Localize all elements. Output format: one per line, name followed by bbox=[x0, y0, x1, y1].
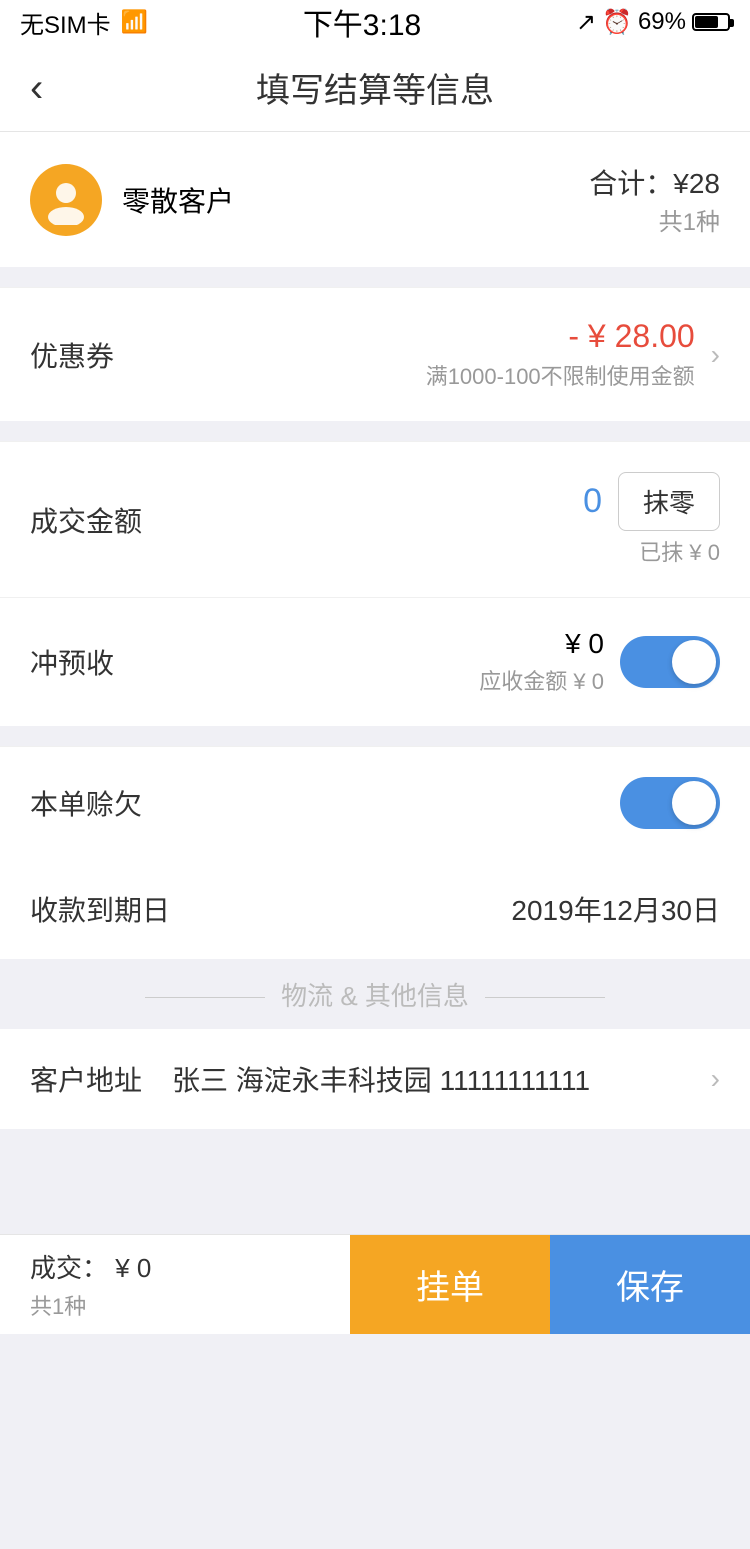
battery-icon bbox=[692, 13, 730, 31]
customer-section: 零散客户 合计：¥28 共1种 bbox=[0, 132, 750, 267]
hang-order-button[interactable]: 挂单 bbox=[350, 1235, 550, 1334]
coupon-section: 优惠券 - ¥ 28.00 满1000-100不限制使用金额 › bbox=[0, 287, 750, 421]
prepayment-right: ¥ 0 应收金额 ¥ 0 bbox=[479, 628, 720, 696]
already-rounded: 已抹 ¥ 0 bbox=[583, 535, 720, 567]
alarm-icon: ⏰ bbox=[602, 8, 632, 37]
bottom-deal-row: 成交： ¥ 0 bbox=[30, 1248, 320, 1285]
save-button[interactable]: 保存 bbox=[550, 1235, 750, 1334]
address-section[interactable]: 客户地址 张三 海淀永丰科技园 11111111111 › bbox=[0, 1029, 750, 1129]
deal-amount-right: 0 抹零 已抹 ¥ 0 bbox=[583, 472, 720, 567]
logistics-divider: 物流 & 其他信息 bbox=[0, 959, 750, 1029]
customer-name: 零散客户 bbox=[122, 180, 234, 220]
due-date-label: 收款到期日 bbox=[30, 889, 170, 929]
prepayment-values: ¥ 0 应收金额 ¥ 0 bbox=[479, 628, 604, 696]
coupon-row[interactable]: 优惠券 - ¥ 28.00 满1000-100不限制使用金额 › bbox=[0, 287, 750, 421]
deal-amount-value[interactable]: 0 bbox=[583, 482, 602, 521]
credit-toggle[interactable] bbox=[620, 777, 720, 829]
item-count: 共1种 bbox=[589, 202, 720, 237]
address-row[interactable]: 客户地址 张三 海淀永丰科技园 11111111111 › bbox=[0, 1029, 750, 1129]
coupon-discount: - ¥ 28.00 bbox=[426, 318, 695, 355]
credit-row: 本单赊欠 bbox=[0, 746, 750, 859]
address-value: 张三 海淀永丰科技园 11111111111 bbox=[172, 1059, 681, 1099]
logistics-label: 物流 & 其他信息 bbox=[129, 976, 621, 1013]
coupon-chevron-icon: › bbox=[711, 339, 720, 371]
status-right: ↗ ⏰ 69% bbox=[576, 8, 730, 37]
deal-amount-label: 成交金额 bbox=[30, 500, 142, 540]
battery-percentage: 69% bbox=[638, 8, 686, 36]
bottom-deal-value: ¥ 0 bbox=[115, 1253, 151, 1283]
prepayment-hint: 应收金额 ¥ 0 bbox=[479, 664, 604, 696]
deal-amount-row: 成交金额 0 抹零 已抹 ¥ 0 bbox=[0, 441, 750, 597]
location-icon: ↗ bbox=[576, 8, 596, 37]
round-zero-button[interactable]: 抹零 bbox=[618, 472, 720, 531]
status-time: 下午3:18 bbox=[303, 0, 421, 44]
prepayment-value: ¥ 0 bbox=[479, 628, 604, 660]
prepayment-label: 冲预收 bbox=[30, 642, 114, 682]
address-chevron-icon: › bbox=[711, 1063, 720, 1095]
due-date-value: 2019年12月30日 bbox=[511, 889, 720, 929]
main-content: 零散客户 合计：¥28 共1种 优惠券 - ¥ 28.00 满1000-100不… bbox=[0, 132, 750, 1549]
status-left: 无SIM卡 📶 bbox=[20, 5, 148, 40]
coupon-hint: 满1000-100不限制使用金额 bbox=[426, 359, 695, 391]
prepayment-toggle[interactable] bbox=[620, 636, 720, 688]
back-button[interactable]: ‹ bbox=[30, 68, 43, 108]
bottom-count: 共1种 bbox=[30, 1289, 320, 1321]
toggle-knob bbox=[672, 640, 716, 684]
status-bar: 无SIM卡 📶 下午3:18 ↗ ⏰ 69% bbox=[0, 0, 750, 44]
carrier-text: 无SIM卡 bbox=[20, 5, 111, 40]
credit-label: 本单赊欠 bbox=[30, 783, 142, 823]
credit-toggle-knob bbox=[672, 781, 716, 825]
deal-amount-values: 0 抹零 已抹 ¥ 0 bbox=[583, 472, 720, 567]
avatar bbox=[30, 164, 102, 236]
credit-right bbox=[620, 777, 720, 829]
bottom-bar: 成交： ¥ 0 共1种 挂单 保存 bbox=[0, 1234, 750, 1334]
page-title: 填写结算等信息 bbox=[256, 63, 494, 112]
coupon-values: - ¥ 28.00 满1000-100不限制使用金额 bbox=[426, 318, 695, 391]
coupon-right: - ¥ 28.00 满1000-100不限制使用金额 › bbox=[426, 318, 720, 391]
address-label: 客户地址 bbox=[30, 1059, 142, 1099]
coupon-label: 优惠券 bbox=[30, 335, 114, 375]
due-date-row: 收款到期日 2019年12月30日 bbox=[0, 859, 750, 959]
nav-bar: ‹ 填写结算等信息 bbox=[0, 44, 750, 132]
bottom-info: 成交： ¥ 0 共1种 bbox=[0, 1248, 350, 1321]
customer-total: 合计：¥28 共1种 bbox=[589, 162, 720, 237]
deal-section: 成交金额 0 抹零 已抹 ¥ 0 冲预收 ¥ 0 应收金额 ¥ 0 bbox=[0, 441, 750, 726]
wifi-icon: 📶 bbox=[121, 9, 148, 35]
customer-row: 零散客户 合计：¥28 共1种 bbox=[0, 132, 750, 267]
total-amount: 合计：¥28 bbox=[589, 162, 720, 202]
credit-section: 本单赊欠 收款到期日 2019年12月30日 bbox=[0, 746, 750, 959]
bottom-deal-label: 成交： bbox=[30, 1253, 108, 1283]
customer-info: 零散客户 bbox=[30, 164, 234, 236]
prepayment-row: 冲预收 ¥ 0 应收金额 ¥ 0 bbox=[0, 597, 750, 726]
